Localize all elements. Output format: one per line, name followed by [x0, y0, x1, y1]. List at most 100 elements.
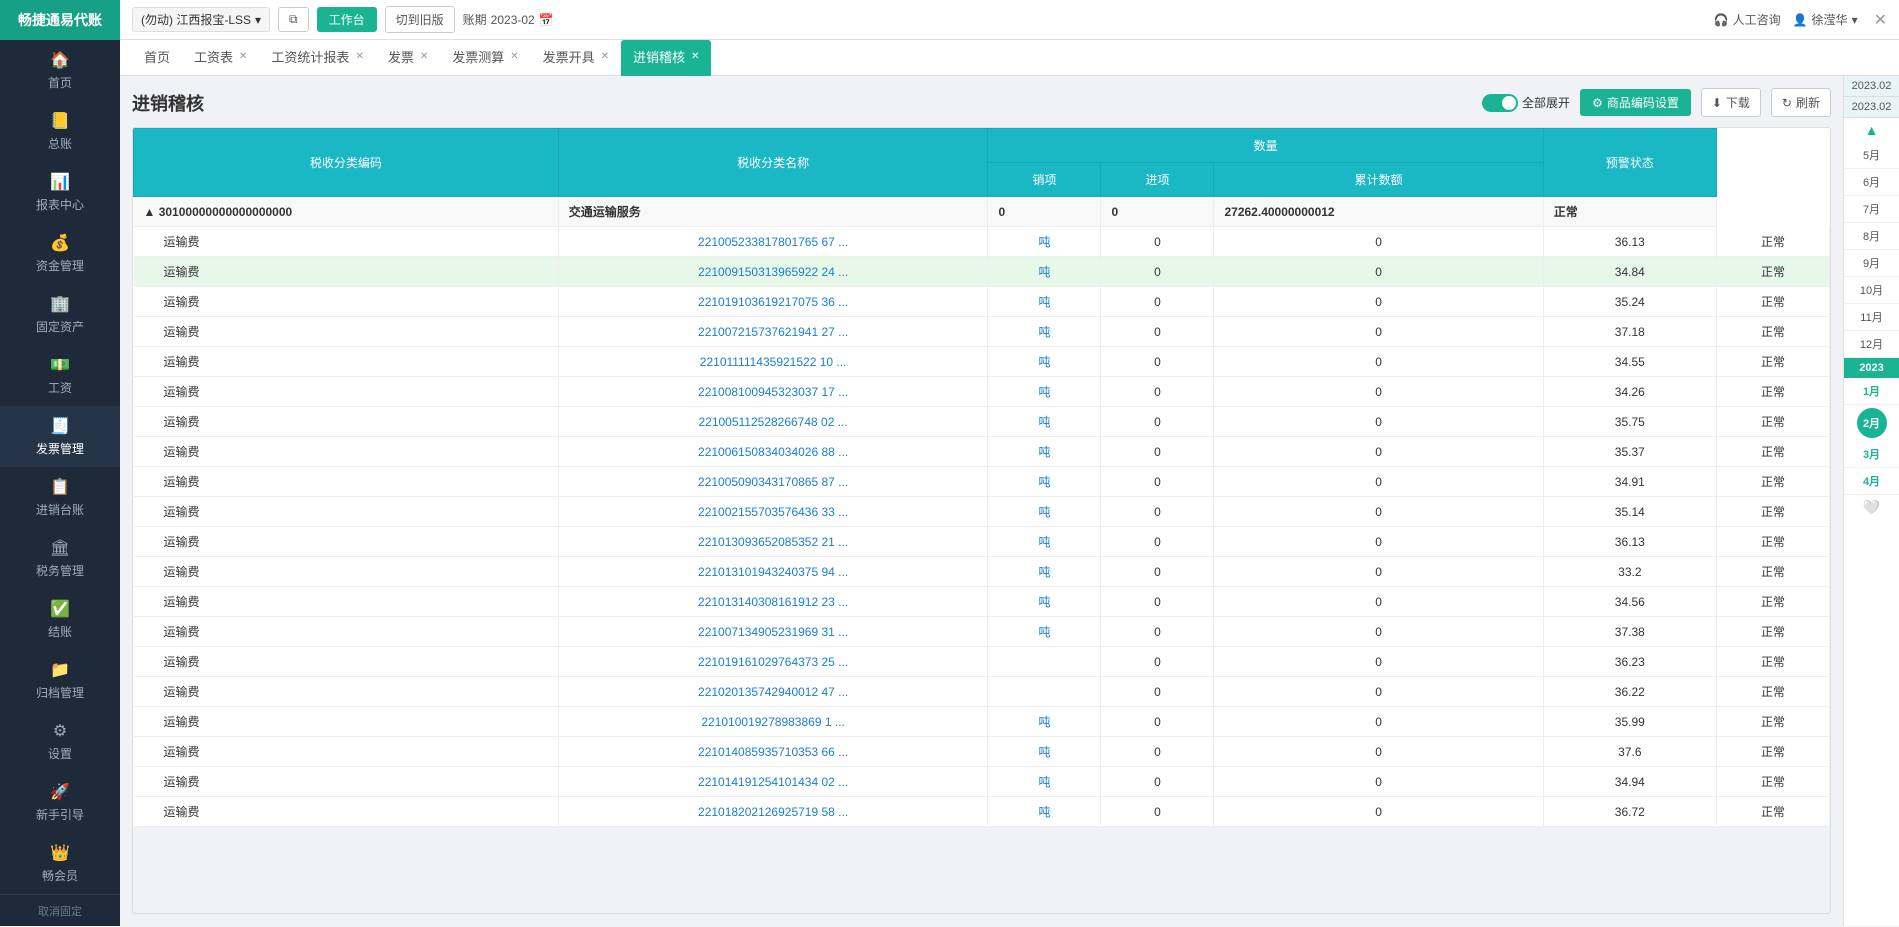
row-tag: 吨 [988, 317, 1101, 347]
sidebar-item-salary[interactable]: 💵 工资 [0, 345, 120, 406]
right-panel-year-label2: 2023.02 [1844, 97, 1899, 118]
row-tag [988, 677, 1101, 707]
month-11[interactable]: 11月 [1844, 304, 1899, 331]
topbar: (勿动) 江西报宝-LSS ▾ ⧉ 工作台 切到旧版 账期 2023-02 📅 … [120, 0, 1899, 40]
period-value: 2023-02 [491, 13, 535, 27]
tab-home[interactable]: 首页 [132, 40, 182, 76]
row-purchase: 0 [1214, 467, 1543, 497]
row-name: 运输费 [134, 587, 559, 617]
refresh-btn[interactable]: ↻ 刷新 [1771, 88, 1831, 117]
sidebar-item-invoice[interactable]: 🧾 发票管理 [0, 406, 120, 467]
copy-icon: ⧉ [289, 12, 298, 26]
panel-up-arrow[interactable]: ▲ [1844, 118, 1899, 142]
company-selector[interactable]: (勿动) 江西报宝-LSS ▾ [132, 7, 270, 32]
sidebar-item-label: 报表中心 [36, 196, 84, 213]
user-avatar-icon: 👤 [1793, 13, 1808, 27]
month-2-active[interactable]: 2月 [1857, 408, 1887, 438]
table-row: 运输费 221010019278983869 1 ... 吨 0 0 35.99… [134, 707, 1830, 737]
row-sales: 0 [1101, 527, 1214, 557]
tab-label: 工资表 [194, 47, 233, 66]
expand-toggle[interactable]: 全部展开 [1482, 94, 1570, 112]
toggle-switch-control[interactable] [1482, 94, 1518, 112]
month-7[interactable]: 7月 [1844, 196, 1899, 223]
headset-icon: 🎧 [1714, 13, 1729, 27]
month-4[interactable]: 4月 [1844, 468, 1899, 495]
sidebar-item-vip[interactable]: 👑 畅会员 [0, 833, 120, 894]
row-tag: 吨 [988, 407, 1101, 437]
support-btn[interactable]: 🎧 人工咨询 [1714, 11, 1781, 28]
sidebar-unpin[interactable]: 取消固定 [0, 894, 120, 927]
close-icon[interactable]: ✕ [420, 51, 428, 62]
month-1[interactable]: 1月 [1844, 378, 1899, 405]
sidebar-item-archive[interactable]: 📁 归档管理 [0, 650, 120, 711]
row-sales: 0 [1101, 407, 1214, 437]
row-sales: 0 [1101, 317, 1214, 347]
row-sales: 0 [1101, 257, 1214, 287]
switch-version-btn[interactable]: 切到旧版 [385, 6, 455, 33]
chevron-down-icon: ▾ [1852, 13, 1858, 27]
sidebar-item-settings[interactable]: ⚙ 设置 [0, 711, 120, 772]
settings-btn-label: 商品编码设置 [1607, 94, 1679, 111]
tab-invoice-calc[interactable]: 发票测算 ✕ [440, 40, 530, 76]
row-name: 运输费 [134, 797, 559, 827]
sidebar-item-settlement[interactable]: ✅ 结账 [0, 589, 120, 650]
sidebar-item-asset[interactable]: 🏢 固定资产 [0, 284, 120, 345]
row-status: 正常 [1716, 527, 1829, 557]
month-12[interactable]: 12月 [1844, 331, 1899, 358]
row-status: 正常 [1716, 677, 1829, 707]
month-9[interactable]: 9月 [1844, 250, 1899, 277]
month-6[interactable]: 6月 [1844, 169, 1899, 196]
row-status: 正常 [1716, 617, 1829, 647]
row-sales: 0 [1101, 617, 1214, 647]
row-invoice-code: 221013140308161912 23 ... [558, 587, 988, 617]
sidebar-item-sales[interactable]: 📋 进销台账 [0, 467, 120, 528]
month-5[interactable]: 5月 [1844, 142, 1899, 169]
app-logo: 畅捷通易代账 [0, 0, 120, 40]
table-row: 运输费 221006150834034026 88 ... 吨 0 0 35.3… [134, 437, 1830, 467]
row-name: 运输费 [134, 737, 559, 767]
month-3[interactable]: 3月 [1844, 441, 1899, 468]
row-cumulative: 34.56 [1543, 587, 1716, 617]
sidebar-item-tax[interactable]: 🏛 税务管理 [0, 528, 120, 589]
close-icon[interactable]: ✕ [691, 51, 699, 62]
nav-tabs: 首页 工资表 ✕ 工资统计报表 ✕ 发票 ✕ 发票测算 ✕ 发票开具 ✕ 进销稽… [120, 40, 1899, 76]
row-tag: 吨 [988, 737, 1101, 767]
settlement-icon: ✅ [50, 599, 70, 619]
settings-btn[interactable]: ⚙ 商品编码设置 [1580, 89, 1691, 116]
row-invoice-code: 221011111435921522 10 ... [558, 347, 988, 377]
row-invoice-code: 221013093652085352 21 ... [558, 527, 988, 557]
sidebar-item-capital[interactable]: 💰 资金管理 [0, 223, 120, 284]
month-8[interactable]: 8月 [1844, 223, 1899, 250]
sidebar-item-home[interactable]: 🏠 首页 [0, 40, 120, 101]
copy-btn[interactable]: ⧉ [278, 7, 309, 32]
workbench-btn[interactable]: 工作台 [317, 7, 377, 32]
close-btn[interactable]: ✕ [1874, 10, 1887, 30]
sidebar-item-report[interactable]: 📊 报表中心 [0, 162, 120, 223]
row-sales: 0 [1101, 467, 1214, 497]
close-icon[interactable]: ✕ [510, 51, 518, 62]
right-panel: 2023.02 2023.02 ▲ 5月 6月 7月 8月 9月 10月 11月… [1843, 76, 1899, 926]
close-icon[interactable]: ✕ [601, 51, 609, 62]
close-icon[interactable]: ✕ [355, 51, 363, 62]
sidebar-item-guide[interactable]: 🚀 新手引导 [0, 772, 120, 833]
row-name: 运输费 [134, 257, 559, 287]
vip-icon: 👑 [50, 843, 70, 863]
group-status: 正常 [1543, 197, 1716, 227]
download-btn[interactable]: ⬇ 下载 [1701, 88, 1761, 117]
tab-invoice-issue[interactable]: 发票开具 ✕ [531, 40, 621, 76]
month-10[interactable]: 10月 [1844, 277, 1899, 304]
close-icon[interactable]: ✕ [239, 51, 247, 62]
th-purchase: 进项 [1101, 163, 1214, 197]
tab-salary-table[interactable]: 工资表 ✕ [182, 40, 259, 76]
asset-icon: 🏢 [50, 294, 70, 314]
row-purchase: 0 [1214, 227, 1543, 257]
tab-salary-report[interactable]: 工资统计报表 ✕ [259, 40, 375, 76]
tab-invoice[interactable]: 发票 ✕ [376, 40, 440, 76]
row-invoice-code: 221010019278983869 1 ... [558, 707, 988, 737]
tab-sales-check[interactable]: 进销稽核 ✕ [621, 40, 711, 76]
tab-home-label: 首页 [144, 47, 170, 66]
sidebar-item-ledger[interactable]: 📒 总账 [0, 101, 120, 162]
user-menu[interactable]: 👤 徐滢华 ▾ [1793, 11, 1858, 28]
year-2023-label: 2023 [1844, 358, 1899, 378]
row-status: 正常 [1716, 737, 1829, 767]
